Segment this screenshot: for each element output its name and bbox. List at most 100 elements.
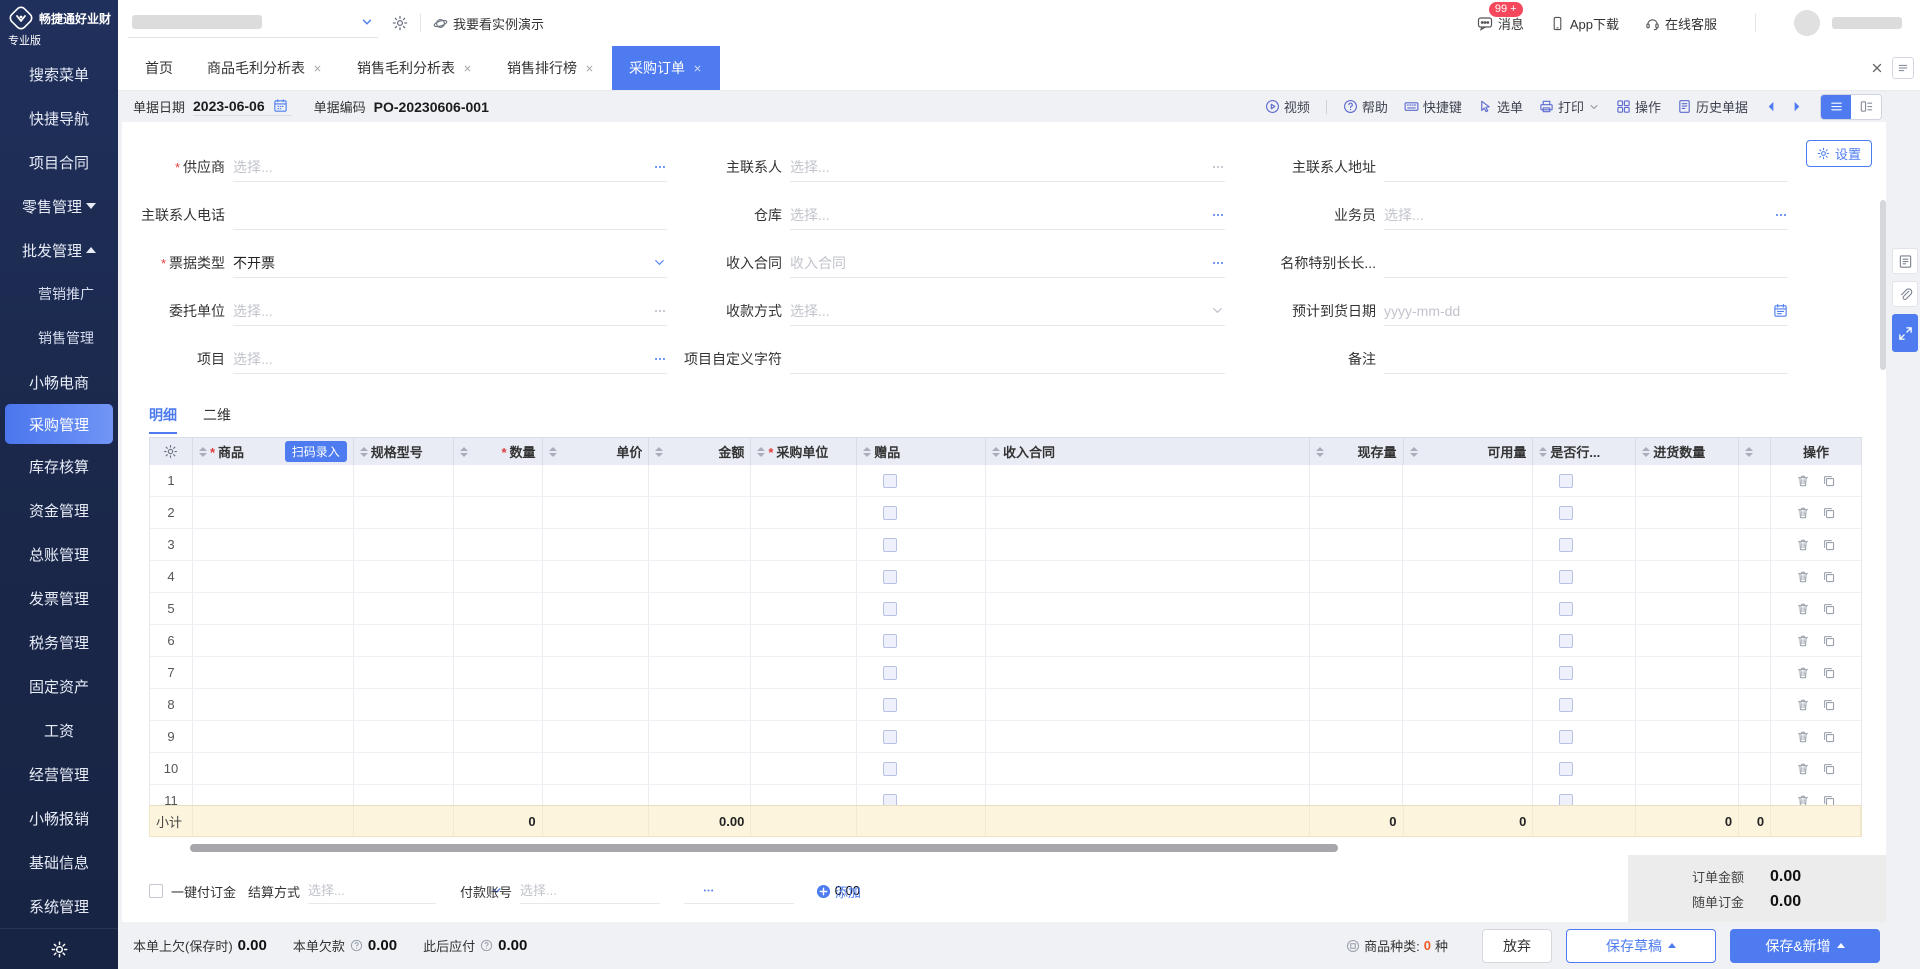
cell-stock[interactable] <box>1309 529 1404 561</box>
isline-checkbox[interactable] <box>1559 505 1574 520</box>
question-circle-icon[interactable] <box>350 939 363 952</box>
ellipsis-icon[interactable] <box>653 304 667 318</box>
cell-available[interactable] <box>1403 625 1534 657</box>
cell-available[interactable] <box>1403 561 1534 593</box>
next-doc-button[interactable] <box>1789 99 1804 114</box>
sort-icon[interactable] <box>863 446 872 457</box>
cell-isline[interactable] <box>1533 657 1637 689</box>
gift-checkbox[interactable] <box>883 537 898 552</box>
field-input-11[interactable] <box>1384 302 1767 319</box>
field-input-7[interactable] <box>790 254 1205 271</box>
field-13[interactable] <box>790 344 1225 374</box>
close-all-tabs-icon[interactable] <box>1870 61 1884 75</box>
sidebar-item-7[interactable]: 小畅电商 <box>0 360 118 404</box>
cell-amount[interactable] <box>649 593 752 625</box>
cell-rownum[interactable]: 8 <box>150 689 193 721</box>
cell-extra[interactable] <box>1739 593 1772 625</box>
field-input-1[interactable] <box>790 158 1205 175</box>
cell-isline[interactable] <box>1533 497 1637 529</box>
sort-icon[interactable] <box>548 446 557 457</box>
toolbar-action-2[interactable]: 快捷键 <box>1404 97 1462 116</box>
cell-qty[interactable] <box>453 561 543 593</box>
col-header-spec[interactable]: 规格型号 <box>354 438 454 465</box>
field-input-9[interactable] <box>233 302 647 319</box>
demo-link[interactable]: 我要看实例演示 <box>433 14 544 33</box>
cell-isline[interactable] <box>1533 465 1637 497</box>
cell-amount[interactable] <box>649 465 752 497</box>
field-8[interactable] <box>1384 248 1788 278</box>
cell-available[interactable] <box>1403 497 1534 529</box>
cell-contract[interactable] <box>986 593 1310 625</box>
vertical-scrollbar[interactable] <box>1880 200 1886 370</box>
cell-rownum[interactable]: 3 <box>150 529 193 561</box>
pay-account-field[interactable] <box>520 878 714 904</box>
cell-extra[interactable] <box>1739 689 1772 721</box>
delete-row-icon[interactable] <box>1796 570 1810 584</box>
cell-rownum[interactable]: 7 <box>150 657 193 689</box>
cell-available[interactable] <box>1403 593 1534 625</box>
isline-checkbox[interactable] <box>1559 761 1574 776</box>
cell-product[interactable] <box>192 593 354 625</box>
col-header-contract[interactable]: 收入合同 <box>986 438 1310 465</box>
cell-purchase_qty[interactable] <box>1636 785 1740 805</box>
cell-price[interactable] <box>542 625 650 657</box>
copy-row-icon[interactable] <box>1822 506 1836 520</box>
close-icon[interactable] <box>584 63 595 74</box>
grid-row-10[interactable]: 10 <box>150 753 1861 785</box>
sort-icon[interactable] <box>198 446 207 457</box>
cell-extra[interactable] <box>1739 785 1772 805</box>
isline-checkbox[interactable] <box>1559 697 1574 712</box>
question-circle-icon[interactable] <box>480 939 493 952</box>
delete-row-icon[interactable] <box>1796 538 1810 552</box>
grid-row-7[interactable]: 7 <box>150 657 1861 689</box>
app-download-button[interactable]: App下载 <box>1550 14 1619 33</box>
sort-icon[interactable] <box>1539 446 1548 457</box>
cell-product[interactable] <box>192 561 354 593</box>
field-7[interactable] <box>790 248 1225 278</box>
sidebar-item-12[interactable]: 发票管理 <box>0 576 118 620</box>
tab-3[interactable]: 销售排行榜 <box>490 46 612 90</box>
card-view-button[interactable] <box>1851 94 1881 119</box>
sort-icon[interactable] <box>757 446 766 457</box>
cell-amount[interactable] <box>649 625 752 657</box>
delete-row-icon[interactable] <box>1796 698 1810 712</box>
sidebar-item-4[interactable]: 批发管理 <box>0 228 118 272</box>
one-click-deposit-checkbox[interactable] <box>149 884 163 898</box>
cell-gift[interactable] <box>857 497 987 529</box>
cell-contract[interactable] <box>986 753 1310 785</box>
field-12[interactable] <box>233 344 667 374</box>
prev-doc-button[interactable] <box>1764 99 1779 114</box>
cell-spec[interactable] <box>353 561 454 593</box>
toolbar-action-1[interactable]: 帮助 <box>1343 97 1388 116</box>
cell-stock[interactable] <box>1309 497 1404 529</box>
cell-qty[interactable] <box>453 625 543 657</box>
sidebar-item-5[interactable]: 营销推广 <box>0 272 118 316</box>
cell-product[interactable] <box>192 657 354 689</box>
cell-amount[interactable] <box>649 657 752 689</box>
cell-gift[interactable] <box>857 561 987 593</box>
cell-qty[interactable] <box>453 593 543 625</box>
sidebar-item-10[interactable]: 资金管理 <box>0 488 118 532</box>
col-header-product[interactable]: * 商品 扫码录入 <box>193 438 354 465</box>
copy-row-icon[interactable] <box>1822 730 1836 744</box>
cell-product[interactable] <box>192 721 354 753</box>
cell-contract[interactable] <box>986 785 1310 805</box>
cell-available[interactable] <box>1403 657 1534 689</box>
close-icon[interactable] <box>312 63 323 74</box>
col-header-amount[interactable]: 金额 <box>649 438 752 465</box>
cell-product[interactable] <box>192 753 354 785</box>
cell-price[interactable] <box>542 529 650 561</box>
cell-purchase_qty[interactable] <box>1636 593 1740 625</box>
chevron-down-icon[interactable] <box>1210 303 1225 318</box>
cell-unit[interactable] <box>751 561 858 593</box>
calendar-icon[interactable] <box>1773 303 1788 318</box>
sidebar-item-2[interactable]: 项目合同 <box>0 140 118 184</box>
form-settings-button[interactable]: 设置 <box>1805 140 1872 167</box>
field-input-2[interactable] <box>1384 158 1788 175</box>
chevron-down-icon[interactable] <box>360 15 374 29</box>
grid-row-3[interactable]: 3 <box>150 529 1861 561</box>
scan-entry-button[interactable]: 扫码录入 <box>284 441 347 462</box>
tab-1[interactable]: 商品毛利分析表 <box>190 46 340 90</box>
cell-price[interactable] <box>542 593 650 625</box>
field-input-10[interactable] <box>790 302 1204 319</box>
